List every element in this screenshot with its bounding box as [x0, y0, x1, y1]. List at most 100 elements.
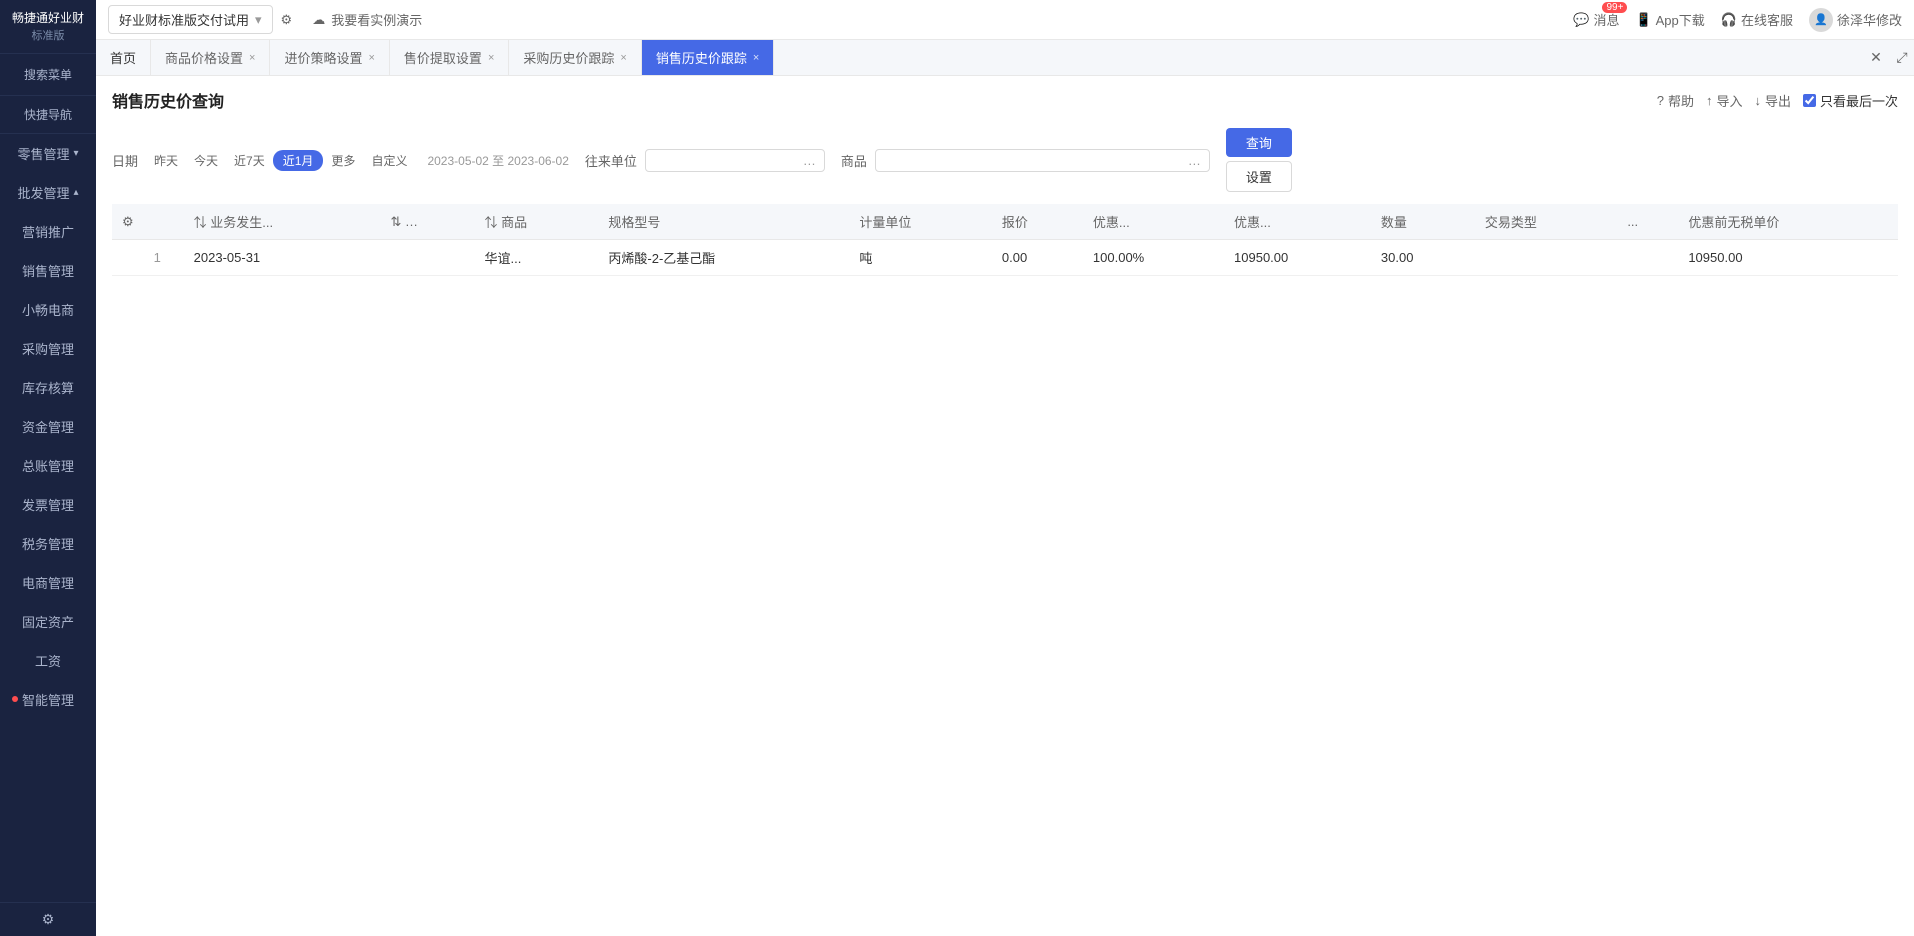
sidebar-item-ecommerce[interactable]: 电商管理 — [0, 563, 96, 602]
page-actions: ? 帮助 ↑ 导入 ↓ 导出 只看最后一次 — [1657, 91, 1898, 110]
search-menu-label[interactable]: 搜索菜单 — [8, 62, 88, 87]
sidebar-item-sales[interactable]: 销售管理 — [0, 251, 96, 290]
sidebar-item-purchase[interactable]: 采购管理 — [0, 329, 96, 368]
mobile-icon: 📱 — [1635, 12, 1651, 28]
th-no — [144, 204, 184, 240]
tab-home[interactable]: 首页 — [96, 40, 151, 75]
quick-nav-label[interactable]: 快捷导航 — [0, 100, 96, 129]
sidebar-menu: 零售管理 ▾ 批发管理 ▴ 营销推广 销售管理 小畅电商 采购管理 库存核算 资… — [0, 134, 96, 902]
online-service-action[interactable]: 🎧 在线客服 — [1721, 10, 1793, 29]
date-btn-last1m[interactable]: 近1月 — [273, 150, 324, 171]
sidebar-item-inventory[interactable]: 库存核算 — [0, 368, 96, 407]
settings-button[interactable]: 设置 — [1226, 161, 1292, 192]
sidebar-item-salary[interactable]: 工资 — [0, 641, 96, 680]
page-title: 销售历史价查询 — [112, 88, 224, 112]
topbar: 好业财标准版交付试用 ▾ ⚙ ☁ 我要看实例演示 💬 消息 99+ 📱 App下… — [96, 0, 1914, 40]
product-picker-icon[interactable]: … — [1188, 153, 1201, 168]
td-price: 0.00 — [992, 240, 1083, 276]
th-product[interactable]: ⇅ 商品 — [474, 204, 598, 240]
data-table: ⚙ ⇅ 业务发生... ⇅ … ⇅ 商品 — [112, 204, 1898, 276]
import-link[interactable]: ↑ 导入 — [1706, 91, 1743, 110]
date-btn-more[interactable]: 更多 — [323, 150, 363, 171]
product-input[interactable] — [884, 153, 1184, 168]
message-action[interactable]: 💬 消息 99+ — [1573, 10, 1619, 29]
tab-close-icon[interactable]: × — [753, 52, 759, 64]
tab-close-icon[interactable]: × — [620, 52, 626, 64]
tab-product-price[interactable]: 商品价格设置 × — [151, 40, 270, 75]
customer-picker-icon[interactable]: … — [803, 153, 816, 168]
sidebar-quick-nav[interactable]: 快捷导航 — [0, 96, 96, 134]
td-quantity: 30.00 — [1371, 240, 1475, 276]
date-btn-today[interactable]: 今天 — [186, 150, 226, 171]
help-link[interactable]: ? 帮助 — [1657, 91, 1694, 110]
th-more1[interactable]: ⇅ … — [380, 204, 474, 240]
date-btn-last7[interactable]: 近7天 — [226, 150, 273, 171]
sidebar-item-label: 固定资产 — [22, 612, 74, 631]
last-only-checkbox-label[interactable]: 只看最后一次 — [1803, 91, 1898, 110]
td-trade-type — [1475, 240, 1617, 276]
th-gear[interactable]: ⚙ — [112, 204, 144, 240]
window-close-btn[interactable]: ✕ — [1864, 46, 1888, 70]
user-action[interactable]: 👤 徐泽华修改 — [1809, 8, 1902, 32]
sidebar-item-label: 总账管理 — [22, 456, 74, 475]
sidebar-item-smart[interactable]: 智能管理 — [0, 680, 96, 719]
th-trade-type: 交易类型 — [1475, 204, 1617, 240]
date-filter-group: 日期 昨天 今天 近7天 近1月 更多 自定义 2023-05-02 至 202… — [112, 150, 569, 171]
avatar: 👤 — [1809, 8, 1833, 32]
app-subtitle: 标准版 — [8, 27, 88, 43]
td-product: 华谊... — [474, 240, 598, 276]
topbar-right: 💬 消息 99+ 📱 App下载 🎧 在线客服 👤 徐泽华修改 — [1573, 8, 1902, 32]
app-settings-icon[interactable]: ⚙ — [281, 12, 293, 28]
window-controls: ✕ ⤢ — [1864, 46, 1914, 70]
table-container: ⚙ ⇅ 业务发生... ⇅ … ⇅ 商品 — [96, 204, 1914, 936]
tab-purchase-strategy[interactable]: 进价策略设置 × — [270, 40, 389, 75]
sidebar-item-marketing[interactable]: 营销推广 — [0, 212, 96, 251]
table-row[interactable]: 1 2023-05-31 华谊... 丙烯酸-2-乙基己酯 吨 0.00 100… — [112, 240, 1898, 276]
sidebar-item-invoice[interactable]: 发票管理 — [0, 485, 96, 524]
sidebar-item-ecommerce-small[interactable]: 小畅电商 — [0, 290, 96, 329]
th-more2: ... — [1617, 204, 1678, 240]
query-button[interactable]: 查询 — [1226, 128, 1292, 157]
tab-sale-price-extract[interactable]: 售价提取设置 × — [390, 40, 509, 75]
tab-close-icon[interactable]: × — [368, 52, 374, 64]
sidebar-item-tax[interactable]: 税务管理 — [0, 524, 96, 563]
sidebar-item-retail[interactable]: 零售管理 ▾ — [0, 134, 96, 173]
td-more1 — [380, 240, 474, 276]
th-biz-date[interactable]: ⇅ 业务发生... — [184, 204, 381, 240]
demo-link[interactable]: ☁ 我要看实例演示 — [312, 10, 422, 29]
sort-icon: ⇅ — [484, 215, 497, 230]
message-badge: 99+ — [1602, 2, 1627, 13]
sidebar-item-label: 营销推广 — [22, 222, 74, 241]
sidebar-item-fixed-assets[interactable]: 固定资产 — [0, 602, 96, 641]
tab-close-icon[interactable]: × — [488, 52, 494, 64]
export-link[interactable]: ↓ 导出 — [1754, 91, 1791, 110]
message-icon: 💬 — [1573, 12, 1589, 28]
date-btn-yesterday[interactable]: 昨天 — [146, 150, 186, 171]
date-btn-custom[interactable]: 自定义 — [363, 150, 415, 171]
sidebar-item-wholesale[interactable]: 批发管理 ▴ — [0, 173, 96, 212]
sidebar-item-finance[interactable]: 资金管理 — [0, 407, 96, 446]
tab-label: 商品价格设置 — [165, 48, 243, 67]
customer-input[interactable] — [654, 153, 799, 168]
app-download-action[interactable]: 📱 App下载 — [1635, 10, 1704, 29]
tab-sales-history[interactable]: 销售历史价跟踪 × — [642, 40, 774, 75]
th-quantity: 数量 — [1371, 204, 1475, 240]
window-maximize-btn[interactable]: ⤢ — [1890, 46, 1914, 70]
sort-icon: ⇅ — [194, 215, 207, 230]
customer-filter-label: 往来单位 — [585, 151, 637, 170]
dot-indicator — [12, 696, 18, 702]
sidebar-item-label: 小畅电商 — [22, 300, 74, 319]
sidebar-search[interactable]: 搜索菜单 — [0, 54, 96, 96]
tab-purchase-history[interactable]: 采购历史价跟踪 × — [509, 40, 641, 75]
settings-gear-icon[interactable]: ⚙ — [42, 911, 55, 927]
question-icon: ? — [1657, 93, 1664, 108]
sidebar-item-ledger[interactable]: 总账管理 — [0, 446, 96, 485]
tab-close-icon[interactable]: × — [249, 52, 255, 64]
date-buttons: 昨天 今天 近7天 近1月 更多 自定义 — [146, 150, 415, 171]
last-only-checkbox[interactable] — [1803, 94, 1816, 107]
main-area: 好业财标准版交付试用 ▾ ⚙ ☁ 我要看实例演示 💬 消息 99+ 📱 App下… — [96, 0, 1914, 936]
th-discount2: 优惠... — [1224, 204, 1371, 240]
action-buttons: 查询 设置 — [1226, 128, 1292, 192]
app-selector[interactable]: 好业财标准版交付试用 ▾ — [108, 5, 273, 34]
export-icon: ↓ — [1754, 93, 1761, 108]
